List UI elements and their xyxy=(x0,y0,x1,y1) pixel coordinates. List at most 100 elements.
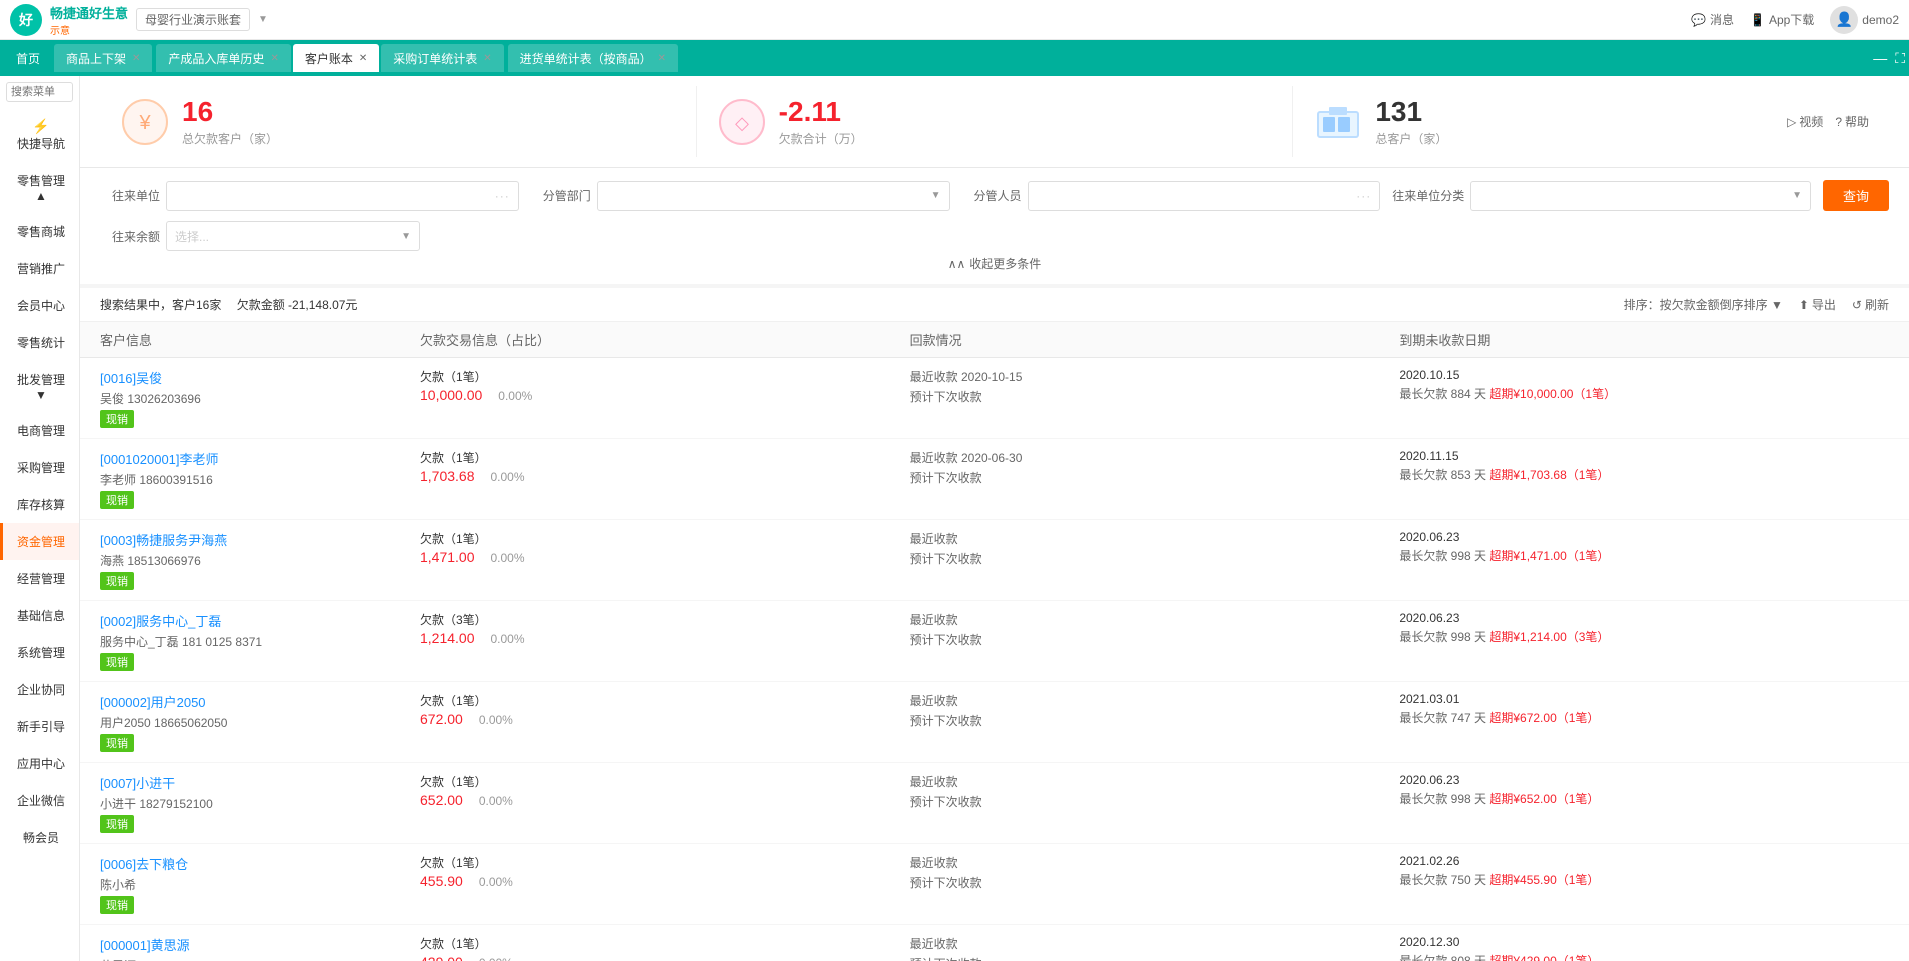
overdue-amount-5[interactable]: 超期¥652.00（1笔） xyxy=(1489,792,1599,806)
tab-goods[interactable]: 商品上下架 ✕ xyxy=(54,44,152,72)
overdue-amount-6[interactable]: 超期¥455.90（1笔） xyxy=(1489,873,1599,887)
sidebar-item-retail-mgmt[interactable]: 零售管理 ▲ xyxy=(0,162,79,213)
search-menu-input[interactable] xyxy=(6,82,73,102)
filter-input-person[interactable]: ··· xyxy=(1028,181,1381,211)
overdue-amount-2[interactable]: 超期¥1,471.00（1笔） xyxy=(1489,549,1609,563)
message-btn[interactable]: 💬 消息 xyxy=(1691,11,1734,28)
refresh-btn[interactable]: ↺ 刷新 xyxy=(1852,296,1889,313)
filter-input-unit[interactable]: ··· xyxy=(166,181,519,211)
tab-close-goods[interactable]: ✕ xyxy=(132,53,140,64)
svg-text:◇: ◇ xyxy=(735,113,749,133)
overdue-amount-1[interactable]: 超期¥1,703.68（1笔） xyxy=(1489,468,1609,482)
tab-home[interactable]: 首页 xyxy=(4,44,52,72)
collapse-btn[interactable]: ∧∧ 收起更多条件 xyxy=(948,255,1042,272)
overdue-date-2: 2020.06.23 xyxy=(1399,530,1889,544)
logo-area: 好 畅捷通好生意 示意 母婴行业演示账套 ▼ xyxy=(10,3,268,37)
app-download-btn[interactable]: 📱 App下载 xyxy=(1750,11,1814,28)
tab-produce[interactable]: 产成品入库单历史 ✕ xyxy=(156,44,290,72)
sidebar-item-warehouse[interactable]: 库存核算 xyxy=(0,486,79,523)
stat-icon-total xyxy=(1313,97,1363,147)
overdue-amount-3[interactable]: 超期¥1,214.00（3笔） xyxy=(1489,630,1609,644)
sidebar-item-wecom[interactable]: 企业微信 xyxy=(0,782,79,819)
overdue-amount-7[interactable]: 超期¥429.00（1笔） xyxy=(1489,954,1599,961)
filter-item-person: 分管人员 ··· xyxy=(962,181,1381,211)
stat-card-top-right: ▷ 视频 ? 帮助 xyxy=(1787,113,1869,130)
sidebar-item-retail-stats[interactable]: 零售统计 xyxy=(0,324,79,361)
recovery-date-7: 最近收款 xyxy=(910,935,1400,952)
export-btn[interactable]: ⬆ 导出 xyxy=(1799,296,1836,313)
sidebar-item-quick-nav[interactable]: ⚡ 快捷导航 xyxy=(0,108,79,162)
table-row: [000001]黄思源 黄思源 13552700226 现销 欠款（1笔） 42… xyxy=(80,925,1909,961)
tab-purchase[interactable]: 采购订单统计表 ✕ xyxy=(381,44,503,72)
sort-label: 排序：按欠款金额倒序排序 ▼ xyxy=(1624,296,1783,313)
logo-icon: 好 xyxy=(10,4,42,36)
tab-customer[interactable]: 客户账本 ✕ xyxy=(293,44,379,72)
sidebar-item-purchase-mgmt[interactable]: 采购管理 xyxy=(0,449,79,486)
sidebar-item-enterprise[interactable]: 企业协同 xyxy=(0,671,79,708)
customer-sub-0: 吴俊 13026203696 xyxy=(100,390,420,407)
company-name[interactable]: 母婴行业演示账套 xyxy=(136,8,250,31)
logo-text: 畅捷通好生意 xyxy=(50,3,128,22)
recovery-next-3: 预计下次收款 xyxy=(910,631,1400,648)
sort-dropdown-icon[interactable]: ▼ xyxy=(1771,298,1783,312)
overdue-days-0: 最长欠款 884 天 超期¥10,000.00（1笔） xyxy=(1399,385,1889,402)
debt-amount-5: 652.00 xyxy=(420,792,463,808)
debt-percent-0: 0.00% xyxy=(498,389,532,403)
sidebar-item-member[interactable]: 会员中心 xyxy=(0,287,79,324)
sidebar-item-basic[interactable]: 基础信息 xyxy=(0,597,79,634)
overdue-date-6: 2021.02.26 xyxy=(1399,854,1889,868)
customer-name-4[interactable]: [000002]用户2050 xyxy=(100,692,420,711)
help-btn[interactable]: ? 帮助 xyxy=(1835,113,1869,130)
video-help-btn[interactable]: ▷ 视频 xyxy=(1787,113,1823,130)
customer-name-0[interactable]: [0016]吴俊 xyxy=(100,368,420,387)
tab-minimize-btn[interactable]: — xyxy=(1873,50,1887,66)
sidebar-item-vip[interactable]: 畅会员 xyxy=(0,819,79,856)
debt-amount-7: 429.00 xyxy=(420,954,463,961)
debt-percent-5: 0.00% xyxy=(479,794,513,808)
sidebar-item-system[interactable]: 系统管理 xyxy=(0,634,79,671)
tab-close-purchase[interactable]: ✕ xyxy=(483,53,491,64)
user-profile[interactable]: 👤 demo2 xyxy=(1830,6,1899,34)
customer-name-7[interactable]: [000001]黄思源 xyxy=(100,935,420,954)
debt-info-6: 欠款（1笔） 455.90 0.00% xyxy=(420,854,910,914)
recovery-info-2: 最近收款 预计下次收款 xyxy=(910,530,1400,590)
collapse-row: ∧∧ 收起更多条件 xyxy=(100,255,1889,272)
customer-info-7: [000001]黄思源 黄思源 13552700226 现销 xyxy=(100,935,420,961)
tab-maximize-btn[interactable]: ⛶ xyxy=(1895,50,1905,67)
sidebar-item-ops[interactable]: 经营管理 xyxy=(0,560,79,597)
tab-close-inbound[interactable]: ✕ xyxy=(658,53,666,64)
stat-label-debt-total: 欠款合计（万） xyxy=(779,130,863,147)
tab-close-customer[interactable]: ✕ xyxy=(359,53,367,64)
debt-percent-3: 0.00% xyxy=(491,632,525,646)
sidebar-item-newbie[interactable]: 新手引导 xyxy=(0,708,79,745)
filter-label-category: 往来单位分类 xyxy=(1392,187,1464,204)
customer-name-6[interactable]: [0006]去下粮仓 xyxy=(100,854,420,873)
tab-close-produce[interactable]: ✕ xyxy=(270,53,278,64)
search-button[interactable]: 查询 xyxy=(1823,180,1889,211)
debt-info-5: 欠款（1笔） 652.00 0.00% xyxy=(420,773,910,833)
sidebar-item-retail-mall[interactable]: 零售商城 xyxy=(0,213,79,250)
sidebar-item-finance[interactable]: 资金管理 xyxy=(0,523,79,560)
overdue-days-6: 最长欠款 750 天 超期¥455.90（1笔） xyxy=(1399,871,1889,888)
sidebar-item-batch-mgmt[interactable]: 批发管理 ▼ xyxy=(0,361,79,412)
sidebar-item-ecommerce[interactable]: 电商管理 xyxy=(0,412,79,449)
customer-name-5[interactable]: [0007]小进干 xyxy=(100,773,420,792)
customer-name-2[interactable]: [0003]畅捷服务尹海燕 xyxy=(100,530,420,549)
sidebar-item-apps[interactable]: 应用中心 xyxy=(0,745,79,782)
recovery-next-2: 预计下次收款 xyxy=(910,550,1400,567)
col-header-debt: 欠款交易信息（占比） xyxy=(420,330,910,349)
top-header: 好 畅捷通好生意 示意 母婴行业演示账套 ▼ 💬 消息 📱 App下载 👤 de… xyxy=(0,0,1909,40)
filter-select-dept[interactable]: ▼ xyxy=(597,181,950,211)
customer-info-6: [0006]去下粮仓 陈小希 现销 xyxy=(100,854,420,914)
customer-name-3[interactable]: [0002]服务中心_丁磊 xyxy=(100,611,420,630)
batch-mgmt-arrow: ▼ xyxy=(35,388,47,402)
filter-select-balance[interactable]: 选择... ▼ xyxy=(166,221,420,251)
sidebar-item-marketing[interactable]: 营销推广 xyxy=(0,250,79,287)
tab-inbound[interactable]: 进货单统计表（按商品） ✕ xyxy=(508,44,678,72)
overdue-amount-4[interactable]: 超期¥672.00（1笔） xyxy=(1489,711,1599,725)
company-dropdown-icon[interactable]: ▼ xyxy=(258,14,268,25)
customer-name-1[interactable]: [0001020001]李老师 xyxy=(100,449,420,468)
filter-select-category[interactable]: ▼ xyxy=(1470,181,1811,211)
overdue-amount-0[interactable]: 超期¥10,000.00（1笔） xyxy=(1489,387,1616,401)
debt-count-7: 欠款（1笔） xyxy=(420,935,487,952)
